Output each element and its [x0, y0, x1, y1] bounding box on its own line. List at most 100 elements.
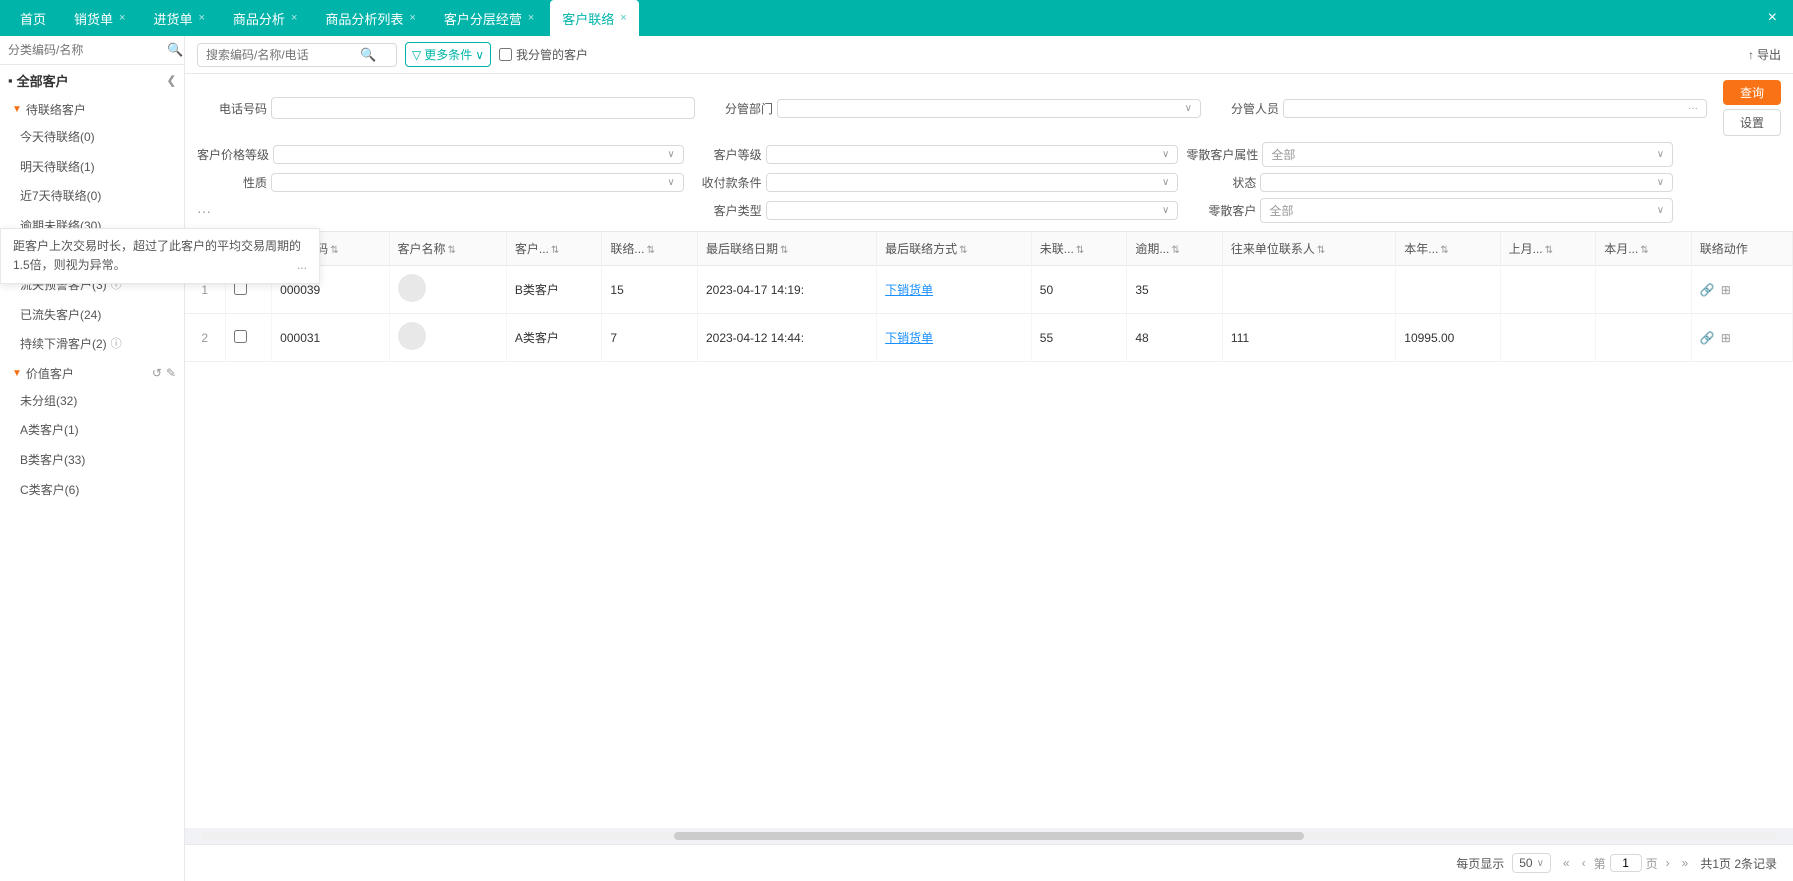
close-tab-customer-segmentation[interactable]: × [528, 12, 534, 24]
col-contact-count[interactable]: 联络...⇅ [602, 232, 698, 266]
col-current-year[interactable]: 本年...⇅ [1396, 232, 1500, 266]
row2-select-checkbox[interactable] [234, 330, 247, 343]
tab-customer-segmentation[interactable]: 客户分层经营 × [432, 0, 546, 36]
settings-button[interactable]: 设置 [1723, 109, 1781, 136]
my-customers-checkbox-label[interactable]: 我分管的客户 [499, 46, 588, 63]
row1-uncontacted: 50 [1031, 266, 1127, 314]
status-field: 状态 ∨ [1186, 173, 1673, 192]
tab-product-analysis-list[interactable]: 商品分析列表 × [313, 0, 427, 36]
sidebar-collapse-icon[interactable]: ❮ [167, 74, 176, 87]
horizontal-scrollbar[interactable] [201, 832, 1777, 840]
filter-search-input[interactable] [206, 48, 356, 62]
customer-type-select[interactable]: ∨ [766, 201, 1179, 220]
sort-icon-cmonth: ⇅ [1640, 245, 1648, 256]
close-tab-product-analysis-list[interactable]: × [409, 12, 415, 24]
col-overdue[interactable]: 逾期...⇅ [1127, 232, 1223, 266]
manager-select[interactable]: ··· [1283, 99, 1707, 118]
sort-icon-contact: ⇅ [646, 245, 654, 256]
my-customers-checkbox[interactable] [499, 48, 512, 61]
tab-home[interactable]: 首页 [8, 0, 58, 36]
row2-link-icon[interactable]: 🔗 [1700, 331, 1715, 345]
dots-field: ··· [197, 203, 684, 219]
price-level-select[interactable]: ∨ [273, 145, 684, 164]
close-tab-sales-order[interactable]: × [119, 12, 125, 24]
col-company-contact[interactable]: 往来单位联系人⇅ [1222, 232, 1395, 266]
sidebar-item-b-class[interactable]: B类客户(33) [0, 446, 184, 476]
export-button[interactable]: ↑ 导出 [1748, 46, 1781, 63]
col-type[interactable]: 客户...⇅ [506, 232, 602, 266]
sidebar-pending-contact-group[interactable]: ▼ 待联络客户 [0, 96, 184, 123]
col-name[interactable]: 客户名称⇅ [389, 232, 506, 266]
tab-customer-contact[interactable]: 客户联络 × [550, 0, 638, 36]
tooltip-box: 距客户上次交易时长，超过了此客户的平均交易周期的1.5倍，则视为异常。 ... [0, 228, 184, 284]
last-page-button[interactable]: » [1678, 855, 1693, 871]
per-page-select[interactable]: 50 ∨ [1512, 853, 1551, 873]
tab-sales-order[interactable]: 销货单 × [62, 0, 137, 36]
sort-icon-name: ⇅ [448, 245, 456, 256]
col-last-method[interactable]: 最后联络方式⇅ [877, 232, 1032, 266]
dots-more[interactable]: ··· [197, 203, 211, 219]
sidebar-value-customers-group[interactable]: ▼ 价值客户 ↺ ✎ [0, 360, 184, 387]
retail-customer-select[interactable]: 全部 ∨ [1260, 198, 1673, 223]
row2-checkbox[interactable] [225, 314, 272, 362]
col-current-month[interactable]: 本月...⇅ [1596, 232, 1692, 266]
next-page-button[interactable]: › [1662, 855, 1674, 871]
sidebar-item-declining[interactable]: 持续下滑客户(2) ⓘ [0, 330, 184, 360]
gender-select[interactable]: ∨ [271, 173, 684, 192]
scroll-thumb[interactable] [674, 832, 1304, 840]
sidebar-item-7days[interactable]: 近7天待联络(0) [0, 182, 184, 212]
row1-name [389, 266, 506, 314]
close-tab-customer-contact[interactable]: × [620, 12, 626, 24]
page-input[interactable] [1610, 854, 1642, 872]
first-page-button[interactable]: « [1559, 855, 1574, 871]
edit-icon[interactable]: ✎ [166, 366, 176, 380]
sidebar-item-c-class[interactable]: C类客户(6) [0, 476, 184, 506]
content-area: 🔍 ▽ 更多条件 ∨ 我分管的客户 ↑ 导出 电话号码 [185, 36, 1793, 881]
col-last-date[interactable]: 最后联络日期⇅ [697, 232, 876, 266]
sidebar-item-a-class[interactable]: A类客户(1) [0, 416, 184, 446]
row2-last-method[interactable]: 下销货单 [877, 314, 1032, 362]
row2-name [389, 314, 506, 362]
tab-purchase-order[interactable]: 进货单 × [141, 0, 216, 36]
row2-grid-icon[interactable]: ⊞ [1721, 331, 1731, 345]
status-arrow: ∨ [1657, 177, 1664, 188]
close-all-tabs[interactable]: × [1760, 9, 1785, 27]
row1-overdue: 35 [1127, 266, 1223, 314]
payment-select[interactable]: ∨ [766, 173, 1179, 192]
row2-current-month [1596, 314, 1692, 362]
col-uncontacted[interactable]: 未联...⇅ [1031, 232, 1127, 266]
sidebar-item-tomorrow[interactable]: 明天待联络(1) [0, 153, 184, 183]
customer-level-field: 客户等级 ∨ [692, 145, 1179, 164]
refresh-icon[interactable]: ↺ [152, 366, 162, 380]
query-button[interactable]: 查询 [1723, 80, 1781, 105]
close-tab-purchase-order[interactable]: × [198, 12, 204, 24]
per-page-label: 每页显示 [1456, 855, 1504, 872]
sidebar-all-customers[interactable]: ▪ 全部客户 ❮ [0, 65, 184, 96]
filter-search-icon[interactable]: 🔍 [360, 47, 376, 63]
sidebar-item-lost[interactable]: 已流失客户(24) [0, 301, 184, 331]
sidebar-search-input[interactable] [8, 43, 163, 57]
table-row: 2 000031 A类客户 7 2023-04-12 14:44: 下销货单 5… [185, 314, 1793, 362]
row1-last-date: 2023-04-17 14:19: [697, 266, 876, 314]
row1-last-method[interactable]: 下销货单 [877, 266, 1032, 314]
phone-input[interactable] [271, 97, 695, 119]
page-prefix: 第 [1594, 855, 1606, 872]
retail-attr-select[interactable]: 全部 ∨ [1262, 142, 1673, 167]
filter-more-button[interactable]: ▽ 更多条件 ∨ [405, 42, 491, 67]
col-last-month[interactable]: 上月...⇅ [1500, 232, 1596, 266]
payment-arrow: ∨ [1162, 177, 1169, 188]
price-level-field: 客户价格等级 ∨ [197, 145, 684, 164]
status-select[interactable]: ∨ [1260, 173, 1673, 192]
tab-product-analysis[interactable]: 商品分析 × [221, 0, 309, 36]
row1-link-icon[interactable]: 🔗 [1700, 283, 1715, 297]
sidebar-item-today[interactable]: 今天待联络(0) [0, 123, 184, 153]
close-tab-product-analysis[interactable]: × [291, 12, 297, 24]
row1-grid-icon[interactable]: ⊞ [1721, 283, 1731, 297]
prev-page-button[interactable]: ‹ [1578, 855, 1590, 871]
dept-field: 分管部门 ∨ [703, 99, 1201, 118]
sidebar-search-icon[interactable]: 🔍 [167, 42, 183, 58]
sidebar-item-ungrouped[interactable]: 未分组(32) [0, 387, 184, 417]
dept-select[interactable]: ∨ [777, 99, 1201, 118]
filter-icon: ▽ [412, 48, 421, 62]
customer-level-select[interactable]: ∨ [766, 145, 1179, 164]
